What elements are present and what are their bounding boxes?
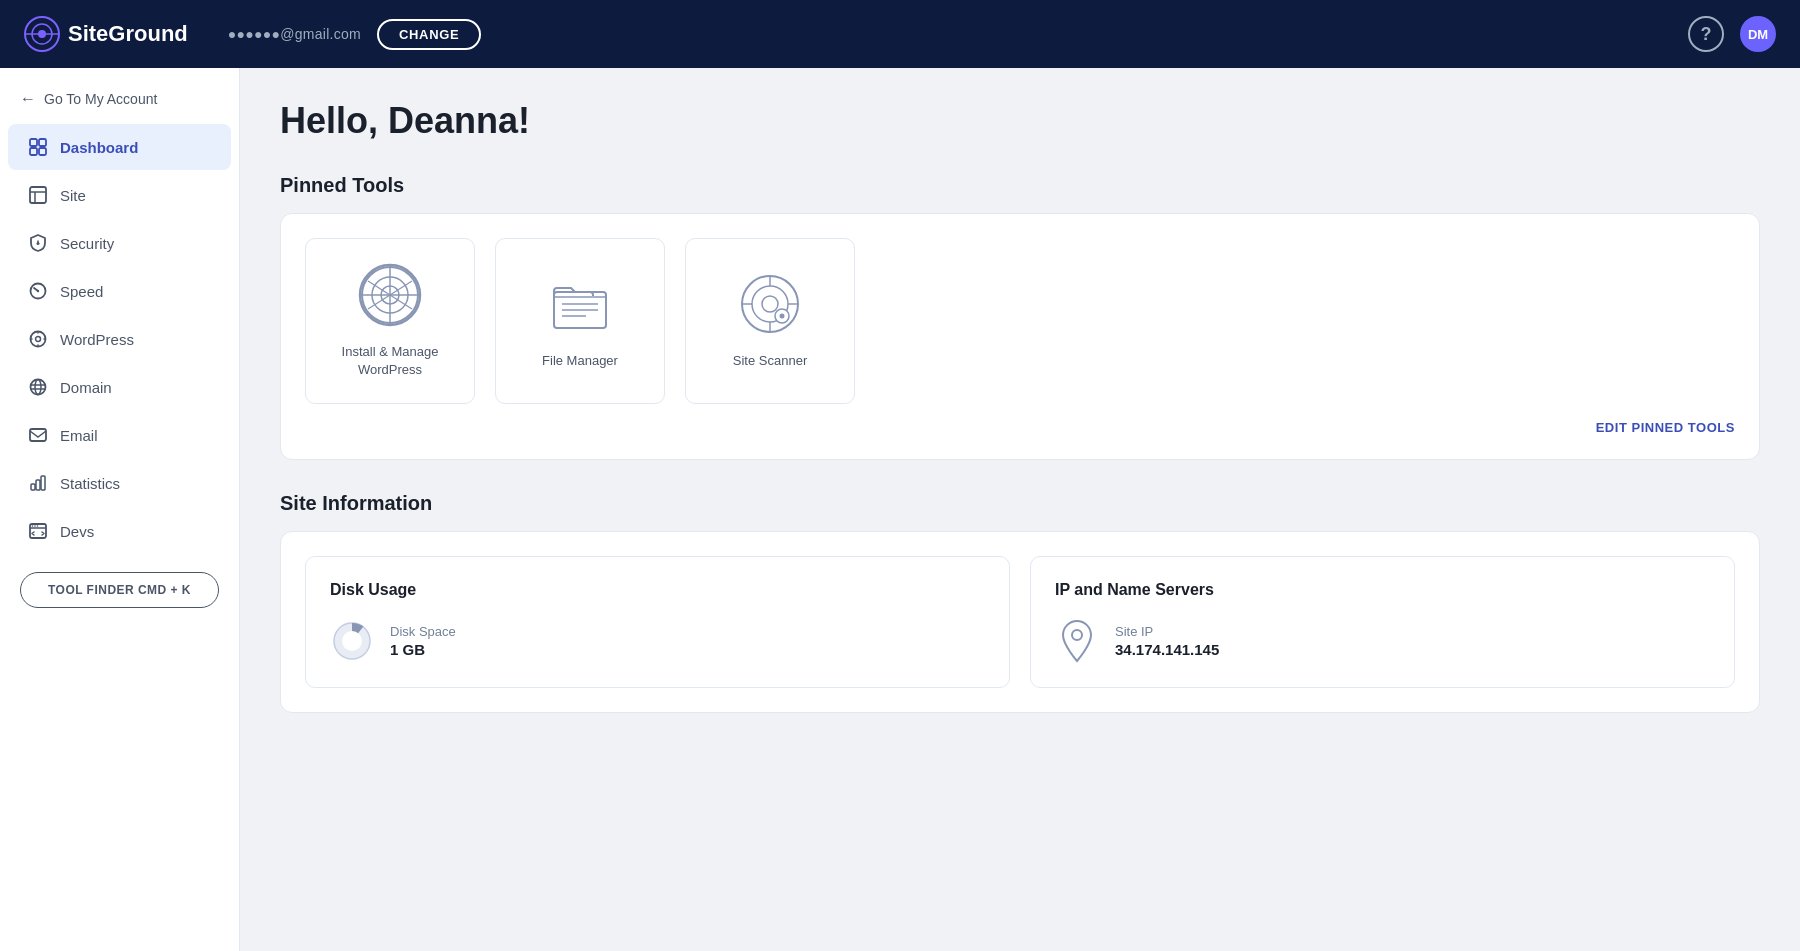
svg-point-27 bbox=[32, 525, 34, 527]
site-ip-label: Site IP bbox=[1115, 624, 1219, 639]
tool-card-wordpress[interactable]: Install & Manage WordPress bbox=[305, 238, 475, 404]
devs-icon bbox=[28, 521, 48, 541]
svg-rect-5 bbox=[39, 139, 46, 146]
sidebar-devs-label: Devs bbox=[60, 523, 94, 540]
svg-point-17 bbox=[31, 380, 46, 395]
avatar-button[interactable]: DM bbox=[1740, 16, 1776, 52]
site-info-title: Site Information bbox=[280, 492, 1760, 515]
location-pin-icon bbox=[1055, 619, 1099, 663]
back-to-account-link[interactable]: ← Go To My Account bbox=[0, 76, 239, 122]
pinned-tools-title: Pinned Tools bbox=[280, 174, 1760, 197]
sidebar-item-devs[interactable]: Devs bbox=[8, 508, 231, 554]
sidebar-site-label: Site bbox=[60, 187, 86, 204]
logo-text: SiteGround bbox=[68, 21, 188, 47]
change-button[interactable]: CHANGE bbox=[377, 19, 481, 50]
site-icon bbox=[28, 185, 48, 205]
site-ip-value: 34.174.141.145 bbox=[1115, 641, 1219, 658]
site-scanner-tool-icon bbox=[738, 272, 802, 336]
main-content: Hello, Deanna! Pinned Tools bbox=[240, 68, 1800, 951]
svg-point-53 bbox=[1072, 630, 1082, 640]
sidebar-speed-label: Speed bbox=[60, 283, 103, 300]
svg-point-44 bbox=[762, 296, 778, 312]
svg-rect-6 bbox=[30, 148, 37, 155]
svg-rect-22 bbox=[31, 484, 35, 490]
edit-pinned-tools-link[interactable]: EDIT PINNED TOOLS bbox=[1596, 420, 1735, 435]
page-title: Hello, Deanna! bbox=[280, 100, 1760, 142]
site-info-card: Disk Usage Disk Space bbox=[280, 531, 1760, 713]
wordpress-icon bbox=[28, 329, 48, 349]
disk-space-label: Disk Space bbox=[390, 624, 456, 639]
layout: ← Go To My Account Dashboard Site Securi… bbox=[0, 68, 1800, 951]
tool-card-file-manager-label: File Manager bbox=[542, 352, 618, 370]
back-arrow-icon: ← bbox=[20, 90, 36, 108]
svg-point-16 bbox=[36, 337, 41, 342]
security-icon bbox=[28, 233, 48, 253]
dashboard-icon bbox=[28, 137, 48, 157]
svg-point-52 bbox=[342, 631, 362, 651]
sidebar-item-wordpress[interactable]: WordPress bbox=[8, 316, 231, 362]
disk-space-info: Disk Space 1 GB bbox=[390, 624, 456, 658]
topnav: SiteGround ●●●●●●@gmail.com CHANGE ? DM bbox=[0, 0, 1800, 68]
tool-card-site-scanner[interactable]: Site Scanner bbox=[685, 238, 855, 404]
help-button[interactable]: ? bbox=[1688, 16, 1724, 52]
siteground-logo-icon bbox=[24, 16, 60, 52]
sidebar-dashboard-label: Dashboard bbox=[60, 139, 138, 156]
sidebar-statistics-label: Statistics bbox=[60, 475, 120, 492]
svg-point-14 bbox=[37, 290, 39, 292]
domain-icon bbox=[28, 377, 48, 397]
logo: SiteGround bbox=[24, 16, 188, 52]
disk-space-value: 1 GB bbox=[390, 641, 456, 658]
tool-card-wordpress-label: Install & Manage WordPress bbox=[326, 343, 454, 379]
sidebar-wordpress-label: WordPress bbox=[60, 331, 134, 348]
ip-servers-title: IP and Name Servers bbox=[1055, 581, 1710, 599]
pinned-tools-footer: EDIT PINNED TOOLS bbox=[305, 420, 1735, 435]
site-ip-info: Site IP 34.174.141.145 bbox=[1115, 624, 1219, 658]
site-selector: ●●●●●●@gmail.com CHANGE bbox=[228, 19, 481, 50]
pinned-tools-card: Install & Manage WordPress bbox=[280, 213, 1760, 460]
disk-space-row: Disk Space 1 GB bbox=[330, 619, 985, 663]
wordpress-tool-icon bbox=[358, 263, 422, 327]
sidebar-item-statistics[interactable]: Statistics bbox=[8, 460, 231, 506]
svg-point-29 bbox=[37, 525, 39, 527]
site-info-grid: Disk Usage Disk Space bbox=[305, 556, 1735, 688]
svg-rect-21 bbox=[30, 429, 46, 441]
sidebar-domain-label: Domain bbox=[60, 379, 112, 396]
speed-icon bbox=[28, 281, 48, 301]
disk-usage-icon bbox=[330, 619, 374, 663]
sidebar-security-label: Security bbox=[60, 235, 114, 252]
tool-finder-button[interactable]: TOOL FINDER CMD + K bbox=[20, 572, 219, 608]
email-icon bbox=[28, 425, 48, 445]
back-link-label: Go To My Account bbox=[44, 91, 157, 107]
svg-point-28 bbox=[34, 525, 36, 527]
sidebar-item-domain[interactable]: Domain bbox=[8, 364, 231, 410]
disk-usage-title: Disk Usage bbox=[330, 581, 985, 599]
topnav-right: ? DM bbox=[1688, 16, 1776, 52]
tool-card-site-scanner-label: Site Scanner bbox=[733, 352, 807, 370]
svg-rect-24 bbox=[41, 476, 45, 490]
sidebar-email-label: Email bbox=[60, 427, 98, 444]
tool-card-file-manager[interactable]: File Manager bbox=[495, 238, 665, 404]
sidebar-item-site[interactable]: Site bbox=[8, 172, 231, 218]
svg-rect-23 bbox=[36, 480, 40, 490]
sidebar-item-email[interactable]: Email bbox=[8, 412, 231, 458]
pinned-tools-grid: Install & Manage WordPress bbox=[305, 238, 1735, 404]
site-url: ●●●●●●@gmail.com bbox=[228, 26, 361, 42]
svg-rect-4 bbox=[30, 139, 37, 146]
svg-point-50 bbox=[780, 314, 785, 319]
svg-rect-8 bbox=[30, 187, 46, 203]
disk-usage-card: Disk Usage Disk Space bbox=[305, 556, 1010, 688]
statistics-icon bbox=[28, 473, 48, 493]
svg-point-18 bbox=[35, 380, 41, 395]
sidebar-item-speed[interactable]: Speed bbox=[8, 268, 231, 314]
sidebar: ← Go To My Account Dashboard Site Securi… bbox=[0, 68, 240, 951]
svg-rect-7 bbox=[39, 148, 46, 155]
sidebar-item-dashboard[interactable]: Dashboard bbox=[8, 124, 231, 170]
site-ip-row: Site IP 34.174.141.145 bbox=[1055, 619, 1710, 663]
file-manager-tool-icon bbox=[548, 272, 612, 336]
ip-servers-card: IP and Name Servers Site IP 34.174.141.1… bbox=[1030, 556, 1735, 688]
sidebar-item-security[interactable]: Security bbox=[8, 220, 231, 266]
